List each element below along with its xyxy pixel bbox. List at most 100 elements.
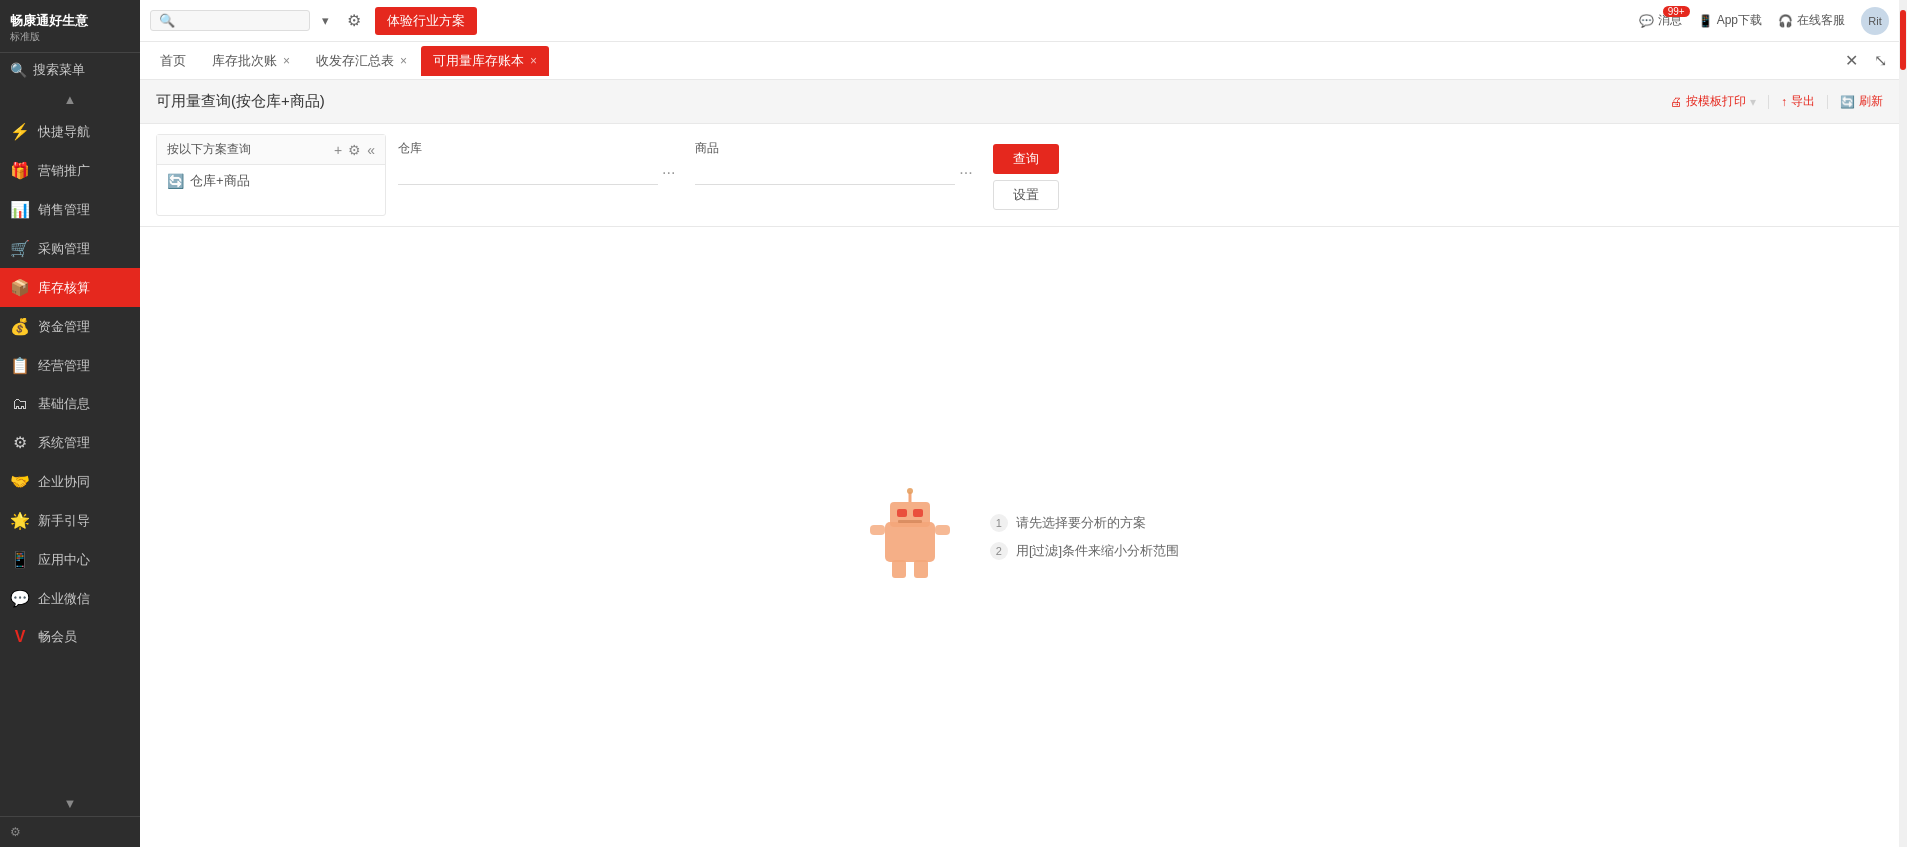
industry-btn[interactable]: 体验行业方案 [375,7,477,35]
enterprise-coop-icon: 🤝 [10,472,30,491]
settings-icon: ⚙ [347,12,361,29]
sidebar-item-quick-nav[interactable]: ⚡ 快捷导航 [0,112,140,151]
warehouse-filter-group: 仓库 ··· [398,140,679,185]
sidebar-item-onboarding[interactable]: 🌟 新手引导 [0,501,140,540]
headset-icon: 🎧 [1778,14,1793,28]
sidebar-item-finance[interactable]: 💰 资金管理 [0,307,140,346]
sidebar-item-label: 新手引导 [38,512,90,530]
sidebar-item-member[interactable]: V 畅会员 [0,618,140,656]
app-name: 畅康通好生意 [10,12,130,30]
right-scrollbar[interactable] [1899,0,1907,847]
sidebar-search-label: 搜索菜单 [33,61,85,79]
search-icon: 🔍 [10,62,27,78]
sidebar-item-label: 系统管理 [38,434,90,452]
app-center-icon: 📱 [10,550,30,569]
page-title: 可用量查询(按仓库+商品) [156,92,325,111]
sidebar-item-enterprise-wechat[interactable]: 💬 企业微信 [0,579,140,618]
tab-batch-account[interactable]: 库存批次账 × [200,46,302,76]
sidebar: 畅康通好生意 标准版 🔍 搜索菜单 ▲ ⚡ 快捷导航 🎁 营销推广 📊 销售管理… [0,0,140,847]
sidebar-item-operations[interactable]: 📋 经营管理 [0,346,140,385]
sidebar-nav: ⚡ 快捷导航 🎁 营销推广 📊 销售管理 🛒 采购管理 📦 库存核算 💰 [0,112,140,791]
warehouse-filter-input[interactable] [398,161,658,185]
topbar-search-input[interactable] [179,14,279,28]
sidebar-item-sales[interactable]: 📊 销售管理 [0,190,140,229]
message-badge: 99+ [1663,6,1690,17]
robot-svg [860,487,960,587]
marketing-icon: 🎁 [10,161,30,180]
svg-rect-7 [870,525,885,535]
scheme-add-btn[interactable]: + [334,142,342,158]
tip-text-1: 请先选择要分析的方案 [1016,514,1146,532]
refresh-icon: 🔄 [1840,95,1855,109]
product-filter-label: 商品 [695,140,976,157]
tab-available-stock-close[interactable]: × [530,54,537,68]
close-window-btn[interactable]: ✕ [1841,49,1862,72]
page-header-actions: 🖨 按模板打印 ▾ ↑ 导出 🔄 刷新 [1670,93,1883,110]
print-btn[interactable]: 🖨 按模板打印 ▾ [1670,93,1756,110]
sidebar-item-purchase[interactable]: 🛒 采购管理 [0,229,140,268]
sidebar-item-label: 快捷导航 [38,123,90,141]
tab-batch-account-close[interactable]: × [283,54,290,68]
message-btn[interactable]: 💬 消息 99+ [1639,12,1682,29]
svg-rect-3 [913,509,923,517]
inventory-icon: 📦 [10,278,30,297]
divider1 [1768,95,1769,109]
query-area: 按以下方案查询 + ⚙ « 🔄 仓库+商品 仓 [140,124,1899,227]
scheme-item-warehouse-product[interactable]: 🔄 仓库+商品 [157,165,385,197]
topbar-search-area[interactable]: 🔍 [150,10,310,31]
app-download-btn[interactable]: 📱 App下载 [1698,12,1762,29]
topbar-dropdown-btn[interactable]: ▾ [318,11,333,30]
tab-collect-summary[interactable]: 收发存汇总表 × [304,46,419,76]
scheme-panel-actions: + ⚙ « [334,142,375,158]
scrollbar-thumb[interactable] [1900,10,1906,70]
scheme-panel-header: 按以下方案查询 + ⚙ « [157,135,385,165]
finance-icon: 💰 [10,317,30,336]
topbar: 🔍 ▾ ⚙ 体验行业方案 💬 消息 99+ 📱 App下载 [140,0,1899,42]
sidebar-item-app-center[interactable]: 📱 应用中心 [0,540,140,579]
gear-icon: ⚙ [10,825,21,839]
user-avatar[interactable]: Rit [1861,7,1889,35]
scheme-settings-btn[interactable]: ⚙ [348,142,361,158]
scheme-collapse-btn[interactable]: « [367,142,375,158]
sidebar-item-enterprise-coop[interactable]: 🤝 企业协同 [0,462,140,501]
empty-tips: 1 请先选择要分析的方案 2 用[过滤]条件来缩小分析范围 [990,514,1179,560]
sidebar-item-system[interactable]: ⚙ 系统管理 [0,423,140,462]
sidebar-scroll-up[interactable]: ▲ [0,87,140,112]
svg-rect-1 [890,502,930,527]
sidebar-item-inventory[interactable]: 📦 库存核算 [0,268,140,307]
quick-nav-icon: ⚡ [10,122,30,141]
avatar: Rit [1861,7,1889,35]
tab-window-controls: ✕ ⤡ [1841,49,1891,72]
tab-available-stock[interactable]: 可用量库存账本 × [421,46,549,76]
topbar-settings-btn[interactable]: ⚙ [341,9,367,32]
sidebar-scroll-down[interactable]: ▼ [0,791,140,816]
export-btn[interactable]: ↑ 导出 [1781,93,1815,110]
warehouse-filter-dots[interactable]: ··· [658,164,679,182]
tab-collect-summary-close[interactable]: × [400,54,407,68]
tip-num-2: 2 [990,542,1008,560]
online-service-btn[interactable]: 🎧 在线客服 [1778,12,1845,29]
expand-window-btn[interactable]: ⤡ [1870,49,1891,72]
sidebar-item-label: 销售管理 [38,201,90,219]
sidebar-item-marketing[interactable]: 🎁 营销推广 [0,151,140,190]
sidebar-item-label: 经营管理 [38,357,90,375]
print-dropdown-icon: ▾ [1750,95,1756,109]
sidebar-item-label: 采购管理 [38,240,90,258]
product-filter-input[interactable] [695,161,955,185]
action-buttons: 查询 设置 [993,140,1059,210]
tab-home[interactable]: 首页 [148,46,198,76]
sidebar-search[interactable]: 🔍 搜索菜单 [0,53,140,87]
sidebar-item-label: 营销推广 [38,162,90,180]
query-button[interactable]: 查询 [993,144,1059,174]
refresh-label: 刷新 [1859,93,1883,110]
scheme-panel-label: 按以下方案查询 [167,141,251,158]
sidebar-footer[interactable]: ⚙ [0,816,140,847]
sidebar-item-base-info[interactable]: 🗂 基础信息 [0,385,140,423]
refresh-btn[interactable]: 🔄 刷新 [1840,93,1883,110]
print-label: 按模板打印 [1686,93,1746,110]
tab-collect-summary-label: 收发存汇总表 [316,52,394,70]
settings-button[interactable]: 设置 [993,180,1059,210]
sidebar-item-label: 库存核算 [38,279,90,297]
product-filter-dots[interactable]: ··· [955,164,976,182]
printer-icon: 🖨 [1670,95,1682,109]
